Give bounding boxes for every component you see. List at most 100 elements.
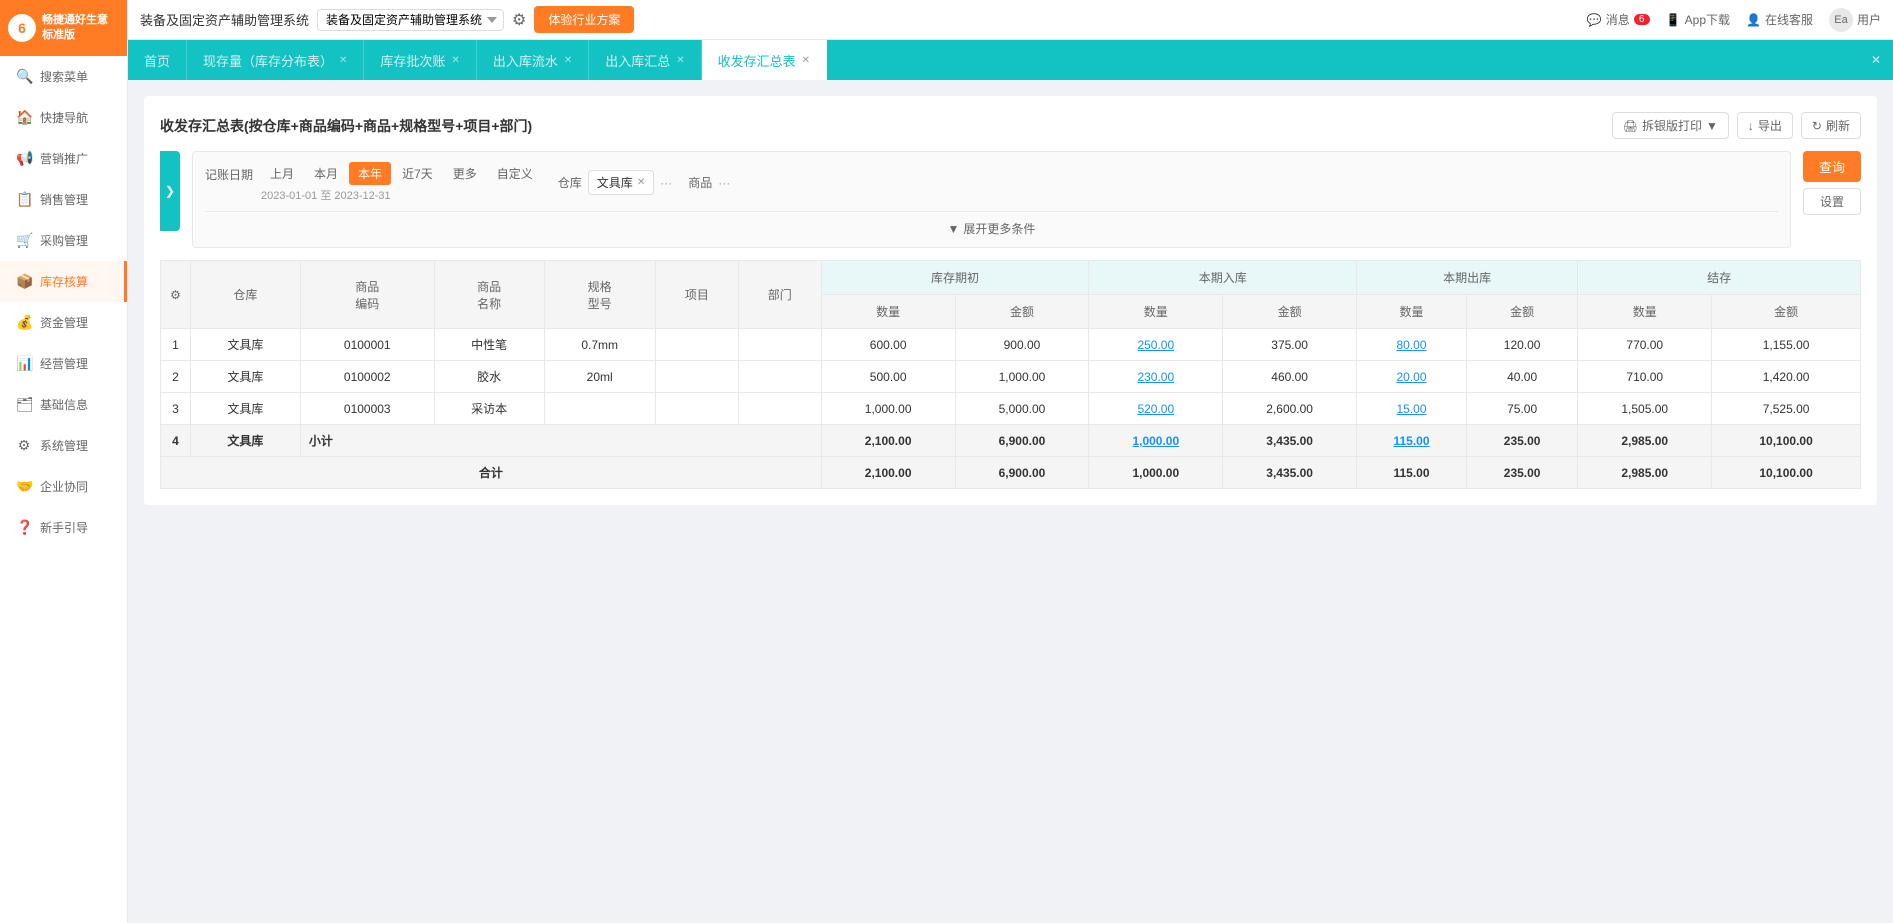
tab-home[interactable]: 首页: [128, 40, 187, 80]
footer-out-amt: 235.00: [1466, 457, 1577, 489]
sidebar-item-guide[interactable]: ❓ 新手引导: [0, 507, 127, 548]
col-open-amt-header: 金额: [955, 295, 1089, 329]
footer-out-qty: 115.00: [1357, 457, 1467, 489]
product-dots[interactable]: ···: [718, 176, 730, 190]
page-header: 收发存汇总表(按仓库+商品编码+商品+规格型号+项目+部门) 🖨 拆银版打印 ▼…: [160, 112, 1861, 139]
sidebar-item-purchase[interactable]: 🛒 采购管理: [0, 220, 127, 261]
table-container: ⚙ 仓库 商品编码 商品名称 规格型号 项目 部门 库存期初 本期入库 本期出库…: [160, 260, 1861, 489]
sidebar-item-system[interactable]: ⚙ 系统管理: [0, 425, 127, 466]
sidebar-item-basic-info[interactable]: 🗂 基础信息: [0, 384, 127, 425]
date-more[interactable]: 更多: [444, 162, 486, 185]
cell-open-qty: 500.00: [821, 361, 955, 393]
cell-in-qty[interactable]: 230.00: [1089, 361, 1223, 393]
footer-bal-amt: 10,100.00: [1712, 457, 1861, 489]
date-this-year[interactable]: 本年: [349, 162, 391, 185]
tab-close-summary[interactable]: ✕: [676, 55, 684, 66]
cell-spec: 0.7mm: [544, 329, 655, 361]
refresh-button[interactable]: ↻ 刷新: [1801, 112, 1861, 139]
sidebar-logo: 6 畅捷通好生意 标准版: [0, 0, 127, 56]
system-select[interactable]: 装备及固定资产辅助管理系统: [317, 9, 504, 31]
sidebar-item-inventory[interactable]: 📦 库存核算: [0, 261, 127, 302]
cell-bal-amt: 7,525.00: [1712, 393, 1861, 425]
sidebar-item-enterprise[interactable]: 🤝 企业协同: [0, 466, 127, 507]
cell-open-amt: 900.00: [955, 329, 1089, 361]
cell-department: [738, 361, 821, 393]
sidebar-item-quick-nav[interactable]: 🏠 快捷导航: [0, 97, 127, 138]
subtotal-in-qty[interactable]: 1,000.00: [1089, 425, 1223, 457]
date-7days[interactable]: 近7天: [393, 162, 442, 185]
sidebar-item-search[interactable]: 🔍 搜索菜单: [0, 56, 127, 97]
sidebar-item-finance[interactable]: 💰 资金管理: [0, 302, 127, 343]
tab-close-stock-summary[interactable]: ✕: [802, 55, 810, 66]
tab-close-all[interactable]: ✕: [1859, 53, 1893, 67]
cell-open-qty: 600.00: [821, 329, 955, 361]
date-controls: 上月 本月 本年 近7天 更多 自定义 2023-01-01 至 2023-12…: [261, 162, 542, 203]
finance-icon: 💰: [16, 314, 32, 331]
tab-stock-summary[interactable]: 收发存汇总表 ✕: [702, 40, 827, 80]
warehouse-dots[interactable]: ···: [660, 176, 672, 190]
cell-warehouse: 文具库: [191, 329, 301, 361]
online-support-action[interactable]: 👤 在线客服: [1746, 11, 1813, 28]
footer-bal-qty: 2,985.00: [1578, 457, 1712, 489]
tab-close-flow[interactable]: ✕: [564, 55, 572, 66]
tab-inventory-dist[interactable]: 现存量（库存分布表） ✕: [187, 40, 364, 80]
export-button[interactable]: ↓ 导出: [1737, 112, 1793, 139]
sidebar-item-marketing[interactable]: 📢 营销推广: [0, 138, 127, 179]
expand-conditions[interactable]: ▼ 展开更多条件: [205, 211, 1778, 237]
date-custom[interactable]: 自定义: [488, 162, 542, 185]
enterprise-icon: 🤝: [16, 478, 32, 495]
tab-batch[interactable]: 库存批次账 ✕: [364, 40, 476, 80]
subtotal-label: 小计: [300, 425, 821, 457]
cell-out-qty[interactable]: 80.00: [1357, 329, 1467, 361]
sidebar-item-operations[interactable]: 📊 经营管理: [0, 343, 127, 384]
phone-icon: 📱: [1666, 13, 1681, 27]
cell-out-amt: 120.00: [1466, 329, 1577, 361]
filter-settings-button[interactable]: 设置: [1803, 188, 1861, 215]
warehouse-tag-close[interactable]: ✕: [637, 177, 645, 188]
sidebar: 6 畅捷通好生意 标准版 🔍 搜索菜单 🏠 快捷导航 📢 营销推广 📋 销售管理…: [0, 0, 128, 923]
cell-code: 0100002: [300, 361, 434, 393]
cell-bal-amt: 1,155.00: [1712, 329, 1861, 361]
message-action[interactable]: 💬 消息 6: [1587, 11, 1650, 28]
cell-in-qty[interactable]: 520.00: [1089, 393, 1223, 425]
cell-out-qty[interactable]: 15.00: [1357, 393, 1467, 425]
tab-close-inventory-dist[interactable]: ✕: [339, 55, 347, 66]
col-out-qty-header: 数量: [1357, 295, 1467, 329]
subtotal-open-amt: 6,900.00: [955, 425, 1089, 457]
date-last-month[interactable]: 上月: [261, 162, 303, 185]
settings-icon[interactable]: ⚙: [512, 10, 526, 30]
tab-close-batch[interactable]: ✕: [451, 55, 459, 66]
col-bal-qty-header: 数量: [1578, 295, 1712, 329]
print-button[interactable]: 🖨 拆银版打印 ▼: [1612, 112, 1729, 139]
cell-name: 胶水: [434, 361, 544, 393]
page-actions: 🖨 拆银版打印 ▼ ↓ 导出 ↻ 刷新: [1612, 112, 1861, 139]
cell-open-qty: 1,000.00: [821, 393, 955, 425]
col-code-header: 商品编码: [300, 261, 434, 329]
sidebar-item-sales[interactable]: 📋 销售管理: [0, 179, 127, 220]
footer-in-amt: 3,435.00: [1223, 457, 1357, 489]
date-this-month[interactable]: 本月: [305, 162, 347, 185]
product-filter: 商品 ···: [688, 174, 730, 191]
tab-summary[interactable]: 出入库汇总 ✕: [589, 40, 701, 80]
search-icon: 🔍: [16, 68, 32, 85]
warehouse-label: 仓库: [558, 174, 582, 191]
filter-panel: 记账日期 上月 本月 本年 近7天 更多 自定义 20: [192, 151, 1791, 248]
user-action[interactable]: Ea 用户: [1829, 8, 1881, 32]
cell-code: 0100003: [300, 393, 434, 425]
operations-icon: 📊: [16, 355, 32, 372]
cell-bal-qty: 710.00: [1578, 361, 1712, 393]
trial-button[interactable]: 体验行业方案: [534, 6, 634, 33]
col-in-amt-header: 金额: [1223, 295, 1357, 329]
tab-flow[interactable]: 出入库流水 ✕: [477, 40, 589, 80]
app-download-action[interactable]: 📱 App下载: [1666, 11, 1730, 28]
print-icon: 🖨: [1623, 119, 1638, 133]
cell-project: [655, 361, 738, 393]
cell-out-qty[interactable]: 20.00: [1357, 361, 1467, 393]
col-settings-header[interactable]: ⚙: [161, 261, 191, 329]
col-warehouse-header: 仓库: [191, 261, 301, 329]
filter-expand-arrow[interactable]: ❯: [160, 151, 180, 231]
cell-in-qty[interactable]: 250.00: [1089, 329, 1223, 361]
message-icon: 💬: [1587, 13, 1602, 27]
subtotal-out-qty[interactable]: 115.00: [1357, 425, 1467, 457]
query-button[interactable]: 查询: [1803, 151, 1861, 182]
